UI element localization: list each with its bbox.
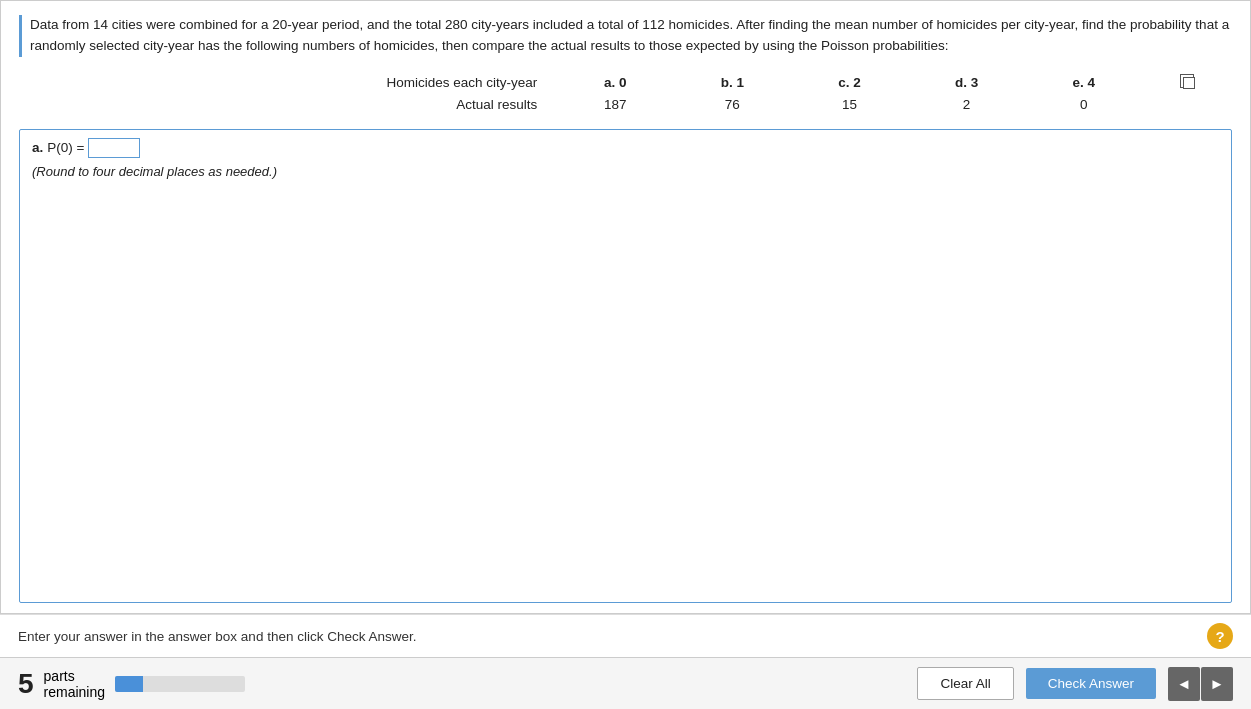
answer-line: a. P(0) = [32, 138, 1219, 158]
content-area: Data from 14 cities were combined for a … [0, 0, 1251, 614]
remaining-label: remaining [44, 684, 105, 700]
copy-icon[interactable] [1180, 74, 1194, 88]
data-table: Homicides each city-year a. 0 b. 1 c. 2 … [19, 71, 1232, 115]
status-bar: Enter your answer in the answer box and … [0, 614, 1251, 657]
help-icon[interactable]: ? [1207, 623, 1233, 649]
parts-row: 5 parts remaining [18, 668, 245, 700]
round-note: (Round to four decimal places as needed.… [32, 164, 1219, 179]
answer-box: a. P(0) = (Round to four decimal places … [19, 129, 1232, 603]
cell-c: 15 [791, 94, 907, 115]
progress-bar-fill [115, 676, 143, 692]
cell-b: 76 [673, 94, 791, 115]
col-c-header: c. 2 [791, 71, 907, 94]
main-container: Data from 14 cities were combined for a … [0, 0, 1251, 709]
col-e-header: e. 4 [1026, 71, 1142, 94]
table-row-headers: Homicides each city-year a. 0 b. 1 c. 2 … [19, 71, 1232, 94]
footer-bar: 5 parts remaining Clear All Check Answer… [0, 657, 1251, 709]
col-a-header: a. 0 [557, 71, 673, 94]
part-label: a. [32, 140, 43, 155]
check-answer-button[interactable]: Check Answer [1026, 668, 1156, 699]
progress-bar-container [115, 676, 245, 692]
col-d-header: d. 3 [907, 71, 1025, 94]
parts-label: parts [44, 668, 105, 684]
cell-d: 2 [907, 94, 1025, 115]
cell-a: 187 [557, 94, 673, 115]
clear-all-button[interactable]: Clear All [917, 667, 1013, 700]
table-row-actual: Actual results 187 76 15 2 0 [19, 94, 1232, 115]
equation-label: P(0) = [47, 140, 84, 155]
next-button[interactable]: ► [1201, 667, 1233, 701]
parts-labels: parts remaining [44, 668, 105, 700]
answer-input[interactable] [88, 138, 140, 158]
nav-buttons: ◄ ► [1168, 667, 1233, 701]
parts-number: 5 [18, 670, 34, 698]
row1-label: Homicides each city-year [19, 71, 557, 94]
col-b-header: b. 1 [673, 71, 791, 94]
row2-label: Actual results [19, 94, 557, 115]
problem-text: Data from 14 cities were combined for a … [19, 15, 1232, 57]
prev-button[interactable]: ◄ [1168, 667, 1200, 701]
status-text: Enter your answer in the answer box and … [18, 629, 1207, 644]
cell-e: 0 [1026, 94, 1142, 115]
